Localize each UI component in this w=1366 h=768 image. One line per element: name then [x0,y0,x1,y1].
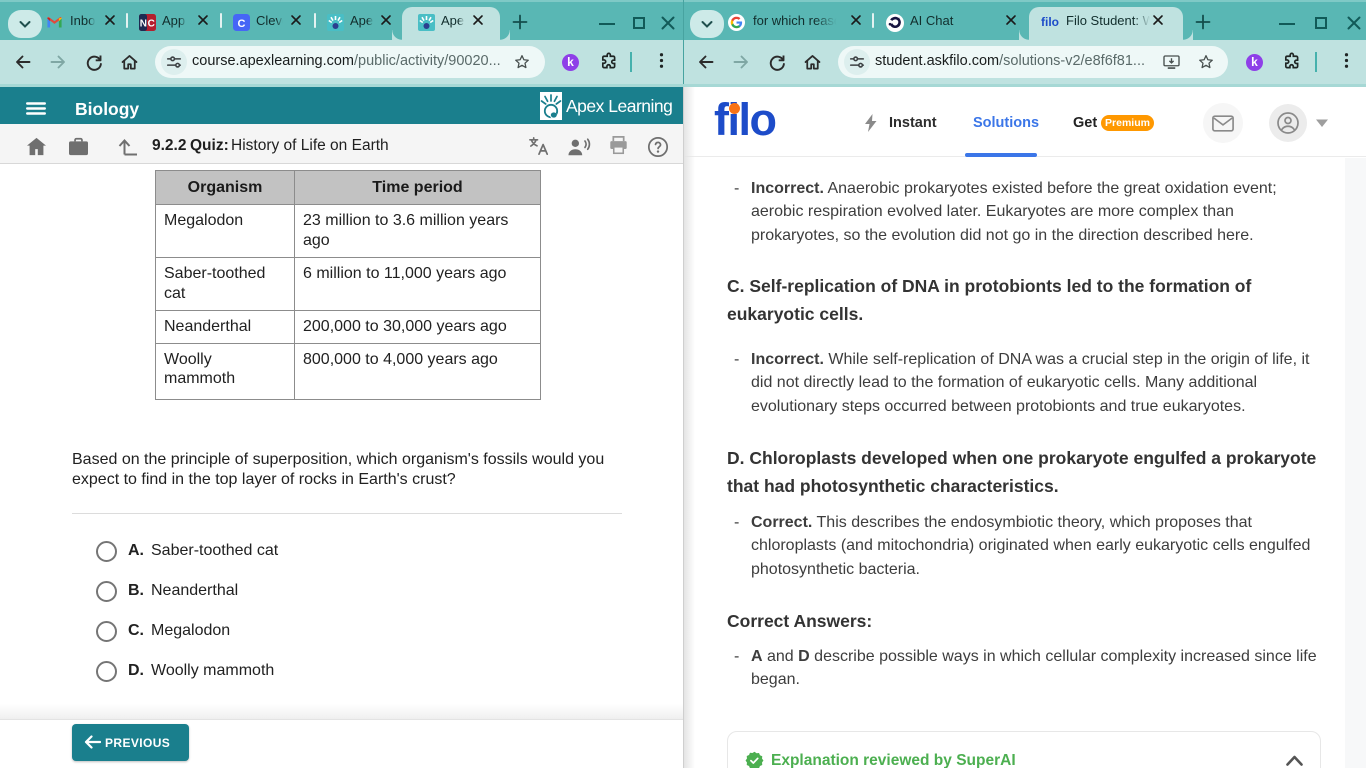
svg-text:C: C [238,18,246,30]
svg-text:N: N [140,19,147,30]
svg-text:C: C [148,19,155,30]
